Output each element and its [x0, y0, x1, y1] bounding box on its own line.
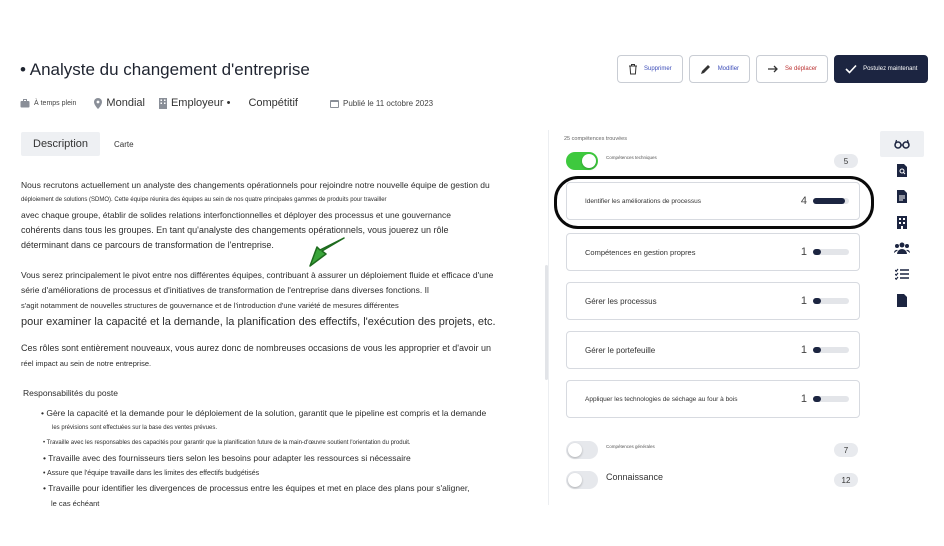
rail-checklist-button[interactable]: [880, 261, 924, 287]
desc-line: s'agit notamment de nouvelles structures…: [21, 301, 399, 310]
apply-label: Postulez maintenant: [863, 66, 918, 72]
rail-glasses-button[interactable]: [880, 131, 924, 157]
action-bar: Supprimer Modifier Se déplacer Postulez …: [617, 55, 929, 83]
job-description: Nous recrutons actuellement un analyste …: [21, 178, 536, 511]
meta-salary: Compétitif: [248, 97, 298, 109]
skill-level-bar: [813, 249, 849, 255]
side-rail: [880, 131, 924, 313]
skill-level-bar: [813, 347, 849, 353]
skill-name: Gérer le portefeuille: [585, 345, 656, 355]
skill-card[interactable]: Gérer les processus 1: [566, 282, 860, 320]
rail-file-button[interactable]: [880, 287, 924, 313]
desc-line: déploiement de solutions (SDMO). Cette é…: [21, 197, 387, 203]
rail-search-document-button[interactable]: [880, 157, 924, 183]
skill-level-bar: [813, 298, 849, 304]
skill-level-bar: [813, 396, 849, 402]
skill-card[interactable]: Gérer le portefeuille 1: [566, 331, 860, 369]
job-meta: À temps plein Mondial Employeur • Compét…: [20, 95, 433, 111]
people-icon: [894, 242, 910, 254]
knowledge-row: Connaissance 12: [566, 471, 858, 489]
meta-schedule: À temps plein: [20, 98, 76, 108]
bullet-item: le cas échéant: [51, 499, 100, 508]
delete-button[interactable]: Supprimer: [617, 55, 683, 83]
general-skills-count: 7: [834, 443, 858, 457]
desc-line: série d'améliorations de processus et d'…: [21, 285, 429, 295]
skill-name: Compétences en gestion propres: [585, 247, 696, 257]
pencil-icon: [700, 65, 710, 74]
edit-label: Modifier: [717, 66, 740, 72]
building-icon: [158, 97, 167, 109]
search-document-icon: [897, 163, 907, 177]
technical-skills-toggle[interactable]: [566, 152, 598, 170]
location-pin-icon: [94, 97, 103, 109]
move-button[interactable]: Se déplacer: [756, 55, 829, 83]
document-icon: [897, 189, 907, 203]
skill-level: 1: [800, 295, 807, 307]
tab-map[interactable]: Carte: [100, 134, 146, 155]
skill-level: 1: [800, 246, 807, 258]
knowledge-count: 12: [834, 473, 858, 487]
desc-line: Nous recrutons actuellement un analyste …: [21, 180, 490, 190]
desc-line: pour examiner la capacité et la demande,…: [21, 316, 496, 328]
arrow-right-icon: [768, 65, 778, 73]
highlight-circle: [554, 176, 874, 229]
building-icon: [897, 215, 907, 229]
panel-divider: [548, 130, 549, 505]
skill-name: Appliquer les technologies de séchage au…: [585, 395, 738, 403]
tab-bar: Description Carte: [21, 132, 146, 156]
general-skills-label: Compétences générales: [606, 443, 655, 449]
checklist-icon: [895, 268, 909, 280]
competences-found: 25 compétences trouvées: [564, 136, 627, 142]
skill-level: 1: [800, 393, 807, 405]
trash-icon: [629, 64, 637, 75]
meta-location: Mondial: [94, 97, 145, 109]
desc-line: réel impact au sein de notre entreprise.: [21, 359, 152, 368]
desc-line: déterminant dans ce parcours de transfor…: [21, 240, 274, 250]
rail-people-button[interactable]: [880, 235, 924, 261]
rail-document-button[interactable]: [880, 183, 924, 209]
meta-employer: Employeur •: [158, 97, 230, 109]
technical-skills-label: Compétences techniques: [606, 154, 657, 160]
skill-name: Gérer les processus: [585, 296, 657, 306]
file-icon: [897, 293, 907, 307]
skill-card[interactable]: Appliquer les technologies de séchage au…: [566, 380, 860, 418]
bullet-item: • Travaille avec les responsables des ca…: [43, 440, 411, 446]
bullet-item: • Assure que l'équipe travaille dans les…: [43, 470, 260, 477]
briefcase-icon: [20, 98, 30, 107]
pointer-arrow-icon: [309, 237, 345, 267]
calendar-icon: [329, 99, 339, 108]
general-skills-toggle[interactable]: [566, 441, 598, 459]
knowledge-label: Connaissance: [606, 472, 664, 482]
move-label: Se déplacer: [785, 66, 818, 72]
desc-line: cohérents dans tous les groupes. En tant…: [21, 225, 449, 235]
skill-level: 1: [800, 344, 807, 356]
delete-label: Supprimer: [644, 66, 672, 72]
bullet-item: les prévisions sont effectuées sur la ba…: [52, 425, 217, 431]
bullet-item: • Travaille pour identifier les divergen…: [43, 483, 470, 493]
apply-button[interactable]: Postulez maintenant: [834, 55, 929, 83]
desc-line: Ces rôles sont entièrement nouveaux, vou…: [21, 343, 491, 353]
check-icon: [845, 64, 857, 74]
skill-card[interactable]: Compétences en gestion propres 1: [566, 233, 860, 271]
job-title: • Analyste du changement d'entreprise: [20, 60, 310, 79]
technical-skills-count: 5: [834, 154, 858, 168]
bullet-item: • Travaille avec des fournisseurs tiers …: [43, 453, 411, 463]
glasses-icon: [894, 139, 910, 149]
edit-button[interactable]: Modifier: [688, 55, 751, 83]
technical-skills-row: Compétences techniques 5: [566, 152, 858, 170]
bullet-item: • Gère la capacité et la demande pour le…: [41, 408, 487, 418]
tab-description[interactable]: Description: [21, 132, 101, 156]
desc-line: avec chaque groupe, établir de solides r…: [21, 210, 451, 220]
knowledge-toggle[interactable]: [566, 471, 598, 489]
responsibilities-title: Responsabilités du poste: [23, 388, 118, 398]
meta-published: Publié le 11 octobre 2023: [329, 99, 433, 108]
rail-building-button[interactable]: [880, 209, 924, 235]
desc-line: Vous serez principalement le pivot entre…: [21, 270, 494, 280]
general-skills-row: Compétences générales 7: [566, 441, 858, 459]
